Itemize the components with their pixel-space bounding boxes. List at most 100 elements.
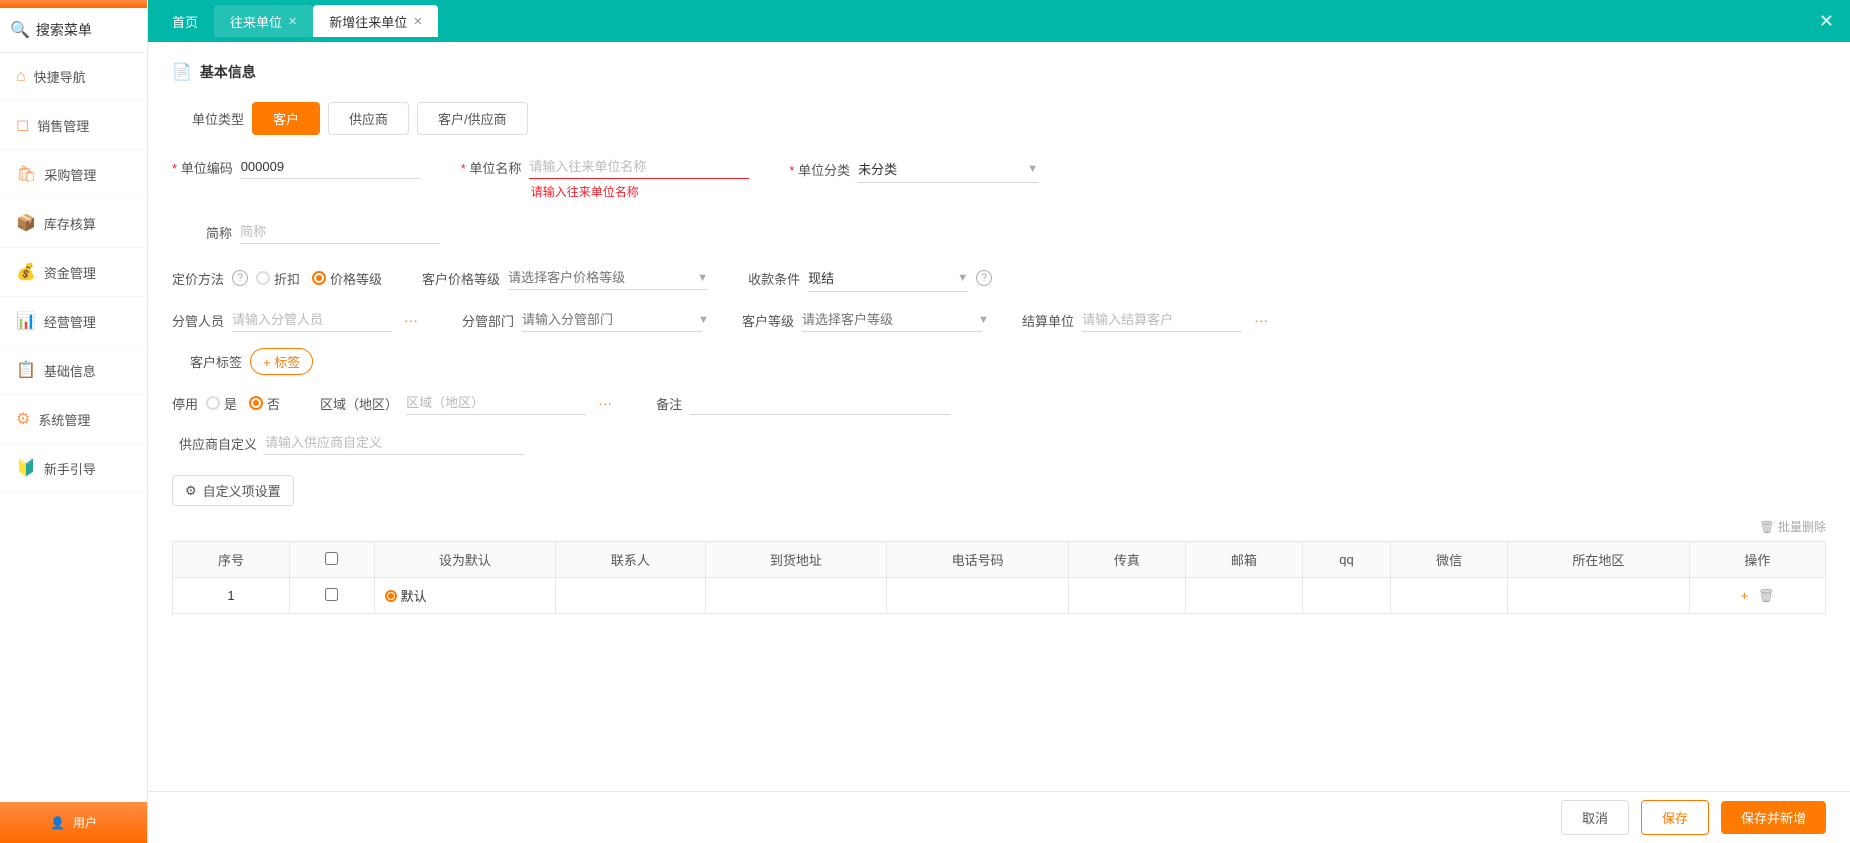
- settlement-label: 结算单位: [1022, 311, 1074, 330]
- section-title-label: 基本信息: [200, 62, 256, 82]
- dept-dropdown-icon: ▼: [698, 314, 709, 326]
- region-input[interactable]: [406, 391, 586, 415]
- row-add-btn[interactable]: +: [1741, 588, 1749, 603]
- save-button[interactable]: 保存: [1641, 800, 1709, 835]
- payment-terms-select[interactable]: 现结 ▼: [808, 264, 968, 292]
- tab-contacts[interactable]: 往来单位 ✕: [214, 5, 313, 37]
- sidebar-item-purchase[interactable]: 🛍 采购管理: [0, 150, 147, 199]
- section-basic-info: 📄 基本信息: [172, 62, 1826, 82]
- th-address: 到货地址: [705, 542, 887, 578]
- type-btn-both[interactable]: 客户/供应商: [417, 102, 528, 135]
- category-dropdown-icon: ▼: [1027, 163, 1038, 175]
- radio-no-label: 否: [267, 394, 280, 413]
- default-radio[interactable]: [385, 590, 397, 602]
- customer-level-input[interactable]: [802, 312, 978, 327]
- sidebar-item-basic-info[interactable]: 📋 基础信息: [0, 346, 147, 395]
- code-name-category-row: * 单位编码 * 单位名称 请输入往来单位名称 * 单位分类: [172, 155, 1826, 200]
- tab-contacts-close[interactable]: ✕: [288, 15, 297, 28]
- sidebar-item-quick-nav[interactable]: ⌂ 快捷导航: [0, 53, 147, 101]
- tab-new-contact-close[interactable]: ✕: [413, 15, 422, 28]
- customer-level-select[interactable]: ▼: [802, 308, 982, 332]
- tab-new-contact[interactable]: 新增往来单位 ✕: [313, 5, 438, 37]
- user-icon: 👤: [50, 816, 65, 830]
- th-region: 所在地区: [1508, 542, 1690, 578]
- add-tag-btn[interactable]: + 标签: [250, 348, 313, 375]
- unit-type-row: 单位类型 客户 供应商 客户/供应商: [172, 102, 1826, 135]
- pricing-radio-group: 折扣 价格等级: [256, 269, 382, 288]
- tab-home[interactable]: 首页: [156, 5, 214, 37]
- customer-price-level-select[interactable]: ▼: [508, 266, 708, 290]
- dept-input[interactable]: [522, 312, 698, 327]
- basic-info-icon: 📋: [16, 360, 36, 380]
- unit-name-label: * 单位名称: [461, 158, 522, 177]
- th-wechat: 微信: [1391, 542, 1508, 578]
- settlement-input[interactable]: [1082, 308, 1242, 332]
- batch-delete-btn[interactable]: 🗑 批量删除: [172, 518, 1826, 535]
- type-btn-customer[interactable]: 客户: [252, 102, 320, 135]
- sidebar-item-guide[interactable]: 🔰 新手引导: [0, 444, 147, 493]
- dept-label: 分管部门: [462, 311, 514, 330]
- payment-terms-value: 现结: [808, 268, 957, 287]
- radio-disabled-no[interactable]: 否: [249, 394, 280, 413]
- radio-discount[interactable]: 折扣: [256, 269, 300, 288]
- radio-disabled-yes[interactable]: 是: [206, 394, 237, 413]
- disabled-row: 停用 是 否 区域（地区） ···: [172, 391, 1826, 415]
- unit-code-input[interactable]: [241, 155, 421, 179]
- manager-input[interactable]: [232, 308, 392, 332]
- sidebar-item-sales[interactable]: ◻ 销售管理: [0, 101, 147, 150]
- th-contact: 联系人: [556, 542, 705, 578]
- cell-email: [1185, 578, 1302, 614]
- settlement-more-btn[interactable]: ···: [1250, 312, 1272, 328]
- payment-help-icon[interactable]: ?: [976, 270, 992, 286]
- sidebar-item-operations[interactable]: 📊 经营管理: [0, 297, 147, 346]
- select-all-checkbox[interactable]: [325, 552, 338, 565]
- sidebar-item-finance[interactable]: 💰 资金管理: [0, 248, 147, 297]
- unit-category-value: 未分类: [858, 159, 1027, 178]
- th-action: 操作: [1689, 542, 1825, 578]
- sidebar-bottom-label: 用户: [73, 814, 97, 831]
- cancel-button[interactable]: 取消: [1561, 800, 1629, 835]
- remark-input[interactable]: [690, 391, 950, 415]
- unit-code-label: * 单位编码: [172, 158, 233, 177]
- sidebar-item-label: 库存核算: [44, 214, 96, 233]
- th-email: 邮箱: [1185, 542, 1302, 578]
- radio-price-level[interactable]: 价格等级: [312, 269, 382, 288]
- alias-label: 简称: [172, 223, 232, 242]
- batch-delete-icon: 🗑: [1759, 520, 1774, 534]
- remark-label: 备注: [656, 394, 682, 413]
- search-menu[interactable]: 🔍 搜索菜单: [0, 8, 147, 53]
- supplier-custom-input[interactable]: [265, 431, 525, 455]
- batch-delete-label: 批量删除: [1778, 520, 1826, 534]
- type-btn-supplier[interactable]: 供应商: [328, 102, 409, 135]
- pricing-help-icon[interactable]: ?: [232, 270, 248, 286]
- sidebar-item-label: 基础信息: [44, 361, 96, 380]
- sales-icon: ◻: [16, 115, 29, 135]
- unit-name-input[interactable]: [529, 155, 749, 179]
- row-checkbox[interactable]: [325, 588, 338, 601]
- tabbar-close-btn[interactable]: ✕: [1811, 11, 1842, 32]
- row-delete-btn[interactable]: 🗑: [1758, 588, 1775, 603]
- radio-discount-circle: [256, 271, 270, 285]
- custom-settings-btn[interactable]: ⚙ 自定义项设置: [172, 475, 294, 506]
- dept-select[interactable]: ▼: [522, 308, 702, 332]
- region-more-btn[interactable]: ···: [594, 395, 616, 411]
- type-button-group: 客户 供应商 客户/供应商: [252, 102, 528, 135]
- settings-icon: ⚙: [185, 483, 197, 499]
- disabled-radio-group: 是 否: [206, 394, 280, 413]
- th-default: 设为默认: [374, 542, 556, 578]
- sidebar-item-inventory[interactable]: 📦 库存核算: [0, 199, 147, 248]
- sidebar: 🔍 搜索菜单 ⌂ 快捷导航 ◻ 销售管理 🛍 采购管理 📦 库存核算 💰 资金管…: [0, 0, 148, 843]
- default-label: 默认: [401, 586, 427, 605]
- save-new-button[interactable]: 保存并新增: [1721, 801, 1826, 834]
- customer-price-level-input[interactable]: [508, 270, 697, 285]
- tab-home-label: 首页: [172, 12, 198, 31]
- cell-phone: [887, 578, 1069, 614]
- payment-dropdown-icon: ▼: [957, 272, 968, 284]
- th-qq: qq: [1302, 542, 1390, 578]
- alias-input[interactable]: [240, 220, 440, 244]
- unit-category-select[interactable]: 未分类 ▼: [858, 155, 1038, 183]
- region-label: 区域（地区）: [320, 394, 398, 413]
- th-phone: 电话号码: [887, 542, 1069, 578]
- sidebar-item-system[interactable]: ⚙ 系统管理: [0, 395, 147, 444]
- manager-more-btn[interactable]: ···: [400, 312, 422, 328]
